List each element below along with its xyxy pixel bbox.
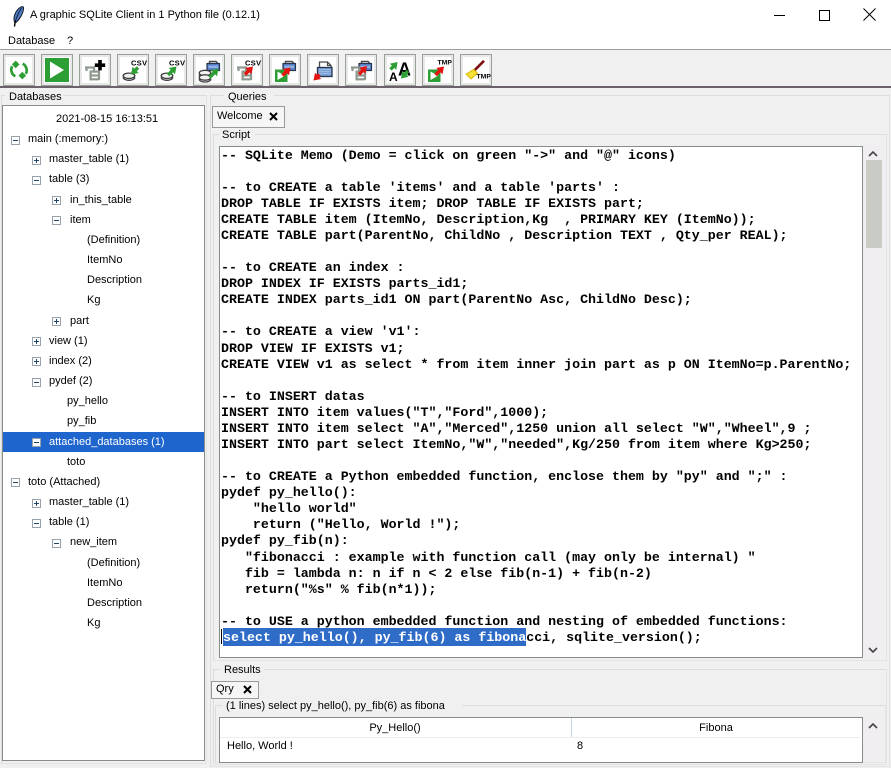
svg-text:TMP: TMP [477,74,492,81]
svg-text:A: A [389,70,398,84]
svg-text:CSV: CSV [169,59,186,68]
svg-text:CSV: CSV [245,59,262,68]
svg-text:CSV: CSV [131,59,148,68]
svg-text:TMP: TMP [438,60,453,67]
